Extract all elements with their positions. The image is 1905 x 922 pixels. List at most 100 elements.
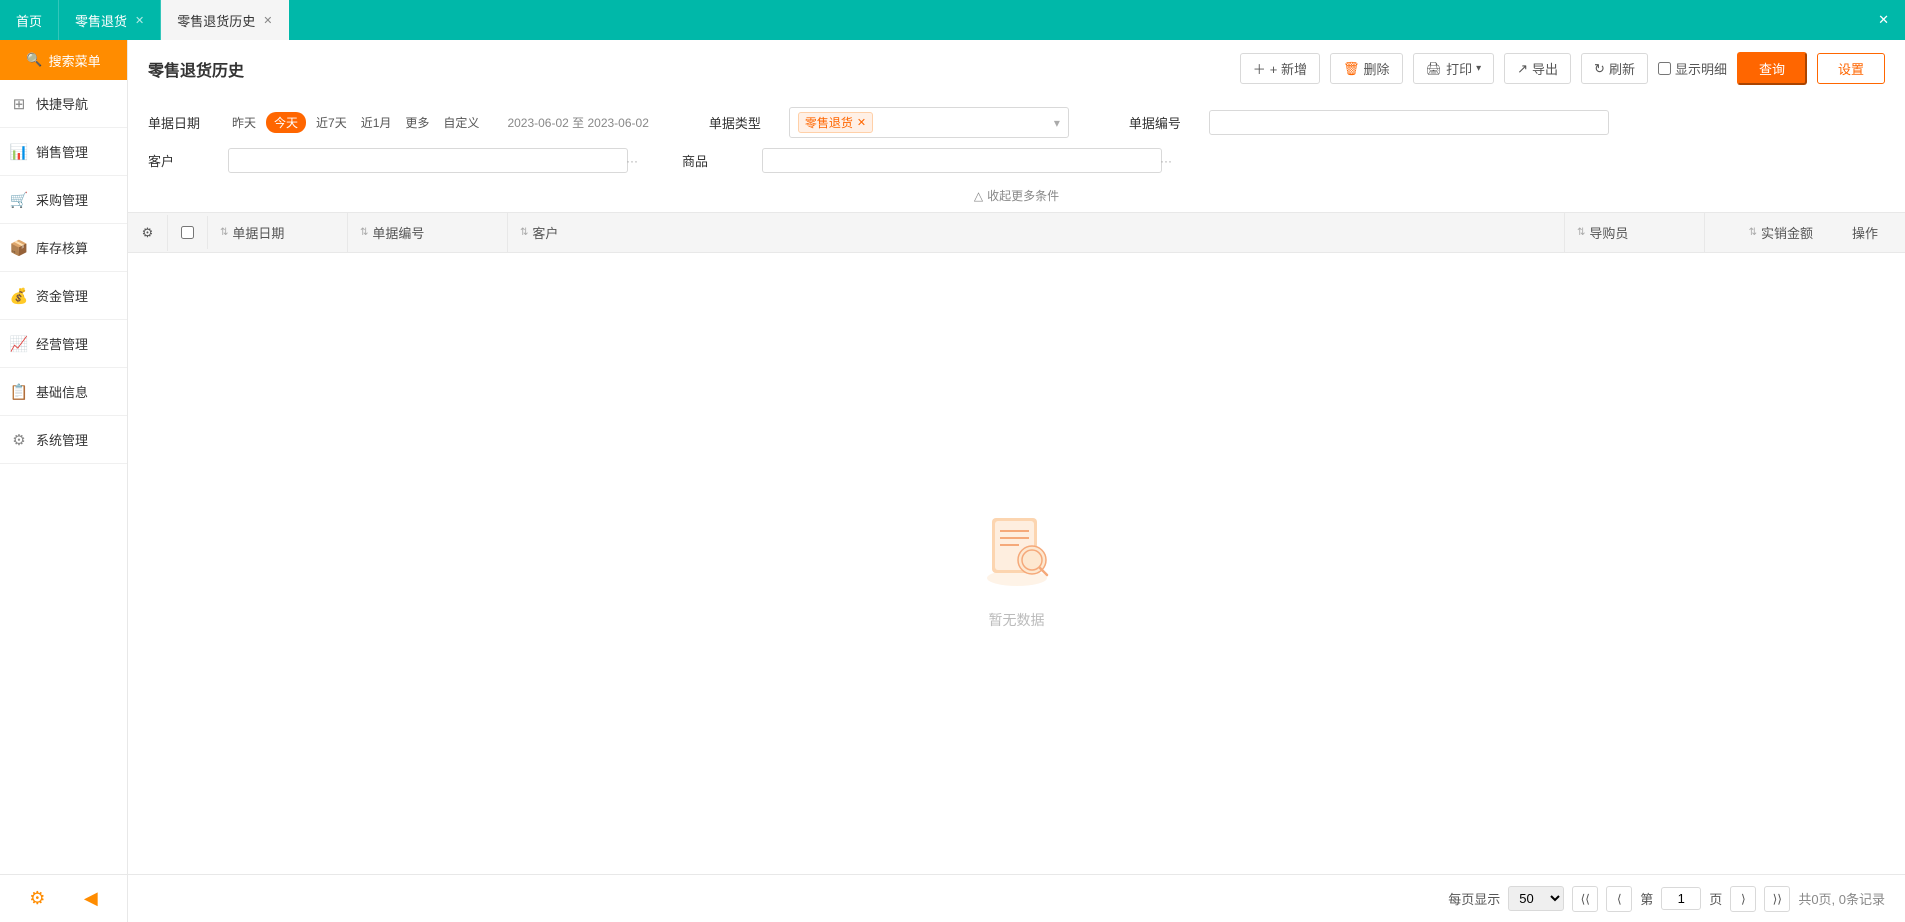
bill-type-tag: 零售退货 ✕ [798, 112, 873, 133]
select-all-checkbox[interactable] [181, 226, 194, 239]
quicknav-icon: ⊞ [10, 95, 28, 113]
th-settings[interactable]: ⚙ [128, 215, 168, 251]
th-customer-sort-icon[interactable]: ⇅ [520, 228, 528, 238]
sidebar-item-system-label: 系统管理 [36, 430, 88, 449]
tab-retail-return-history-close[interactable]: ✕ [263, 14, 272, 27]
last-page-btn[interactable]: ⟩⟩ [1764, 886, 1790, 912]
bill-no-input[interactable] [1209, 110, 1609, 135]
print-button[interactable]: 🖨 打印 ▾ [1413, 53, 1495, 84]
sidebar-settings-btn[interactable]: ⚙ [29, 888, 45, 909]
filter-area: 单据日期 昨天 今天 近7天 近1月 更多 自定义 2023-06-02 至 2… [148, 97, 1885, 212]
tab-home[interactable]: 首页 [0, 0, 59, 40]
date-range-display: 2023-06-02 至 2023-06-02 [507, 114, 648, 131]
goods-input[interactable] [762, 148, 1162, 173]
query-button[interactable]: 查询 [1737, 52, 1807, 85]
top-bar: 首页 零售退货 ✕ 零售退货历史 ✕ ✕ [0, 0, 1905, 40]
collapse-up-icon: △ [974, 189, 983, 203]
empty-text: 暂无数据 [989, 610, 1045, 630]
tab-retail-return[interactable]: 零售退货 ✕ [59, 0, 161, 40]
date-opt-7days[interactable]: 近7天 [312, 112, 351, 133]
sidebar-item-purchase[interactable]: 🛒 采购管理 [0, 176, 127, 224]
refresh-label: 刷新 [1609, 59, 1635, 78]
tab-home-label: 首页 [16, 11, 42, 30]
filter-row-customer: 客户 ··· 商品 ··· [148, 148, 1885, 173]
sidebar-item-basicinfo[interactable]: 📋 基础信息 [0, 368, 127, 416]
refresh-icon: ↻ [1594, 61, 1605, 77]
table-header: ⚙ ⇅ 单据日期 ⇅ 单据编号 ⇅ 客户 ⇅ 导购员 [128, 213, 1905, 253]
th-bill-no: ⇅ 单据编号 [348, 213, 508, 252]
tab-retail-return-history[interactable]: 零售退货历史 ✕ [161, 0, 289, 40]
th-date: ⇅ 单据日期 [208, 213, 348, 252]
page-total: 共0页, 0条记录 [1798, 889, 1885, 908]
sidebar-item-sales[interactable]: 📊 销售管理 [0, 128, 127, 176]
prev-page-btn[interactable]: ⟨ [1606, 886, 1632, 912]
bill-type-dropdown-icon: ▾ [1054, 116, 1060, 130]
display-detail-checkbox-label[interactable]: 显示明细 [1658, 59, 1727, 78]
th-amount-label: 实销金额 [1761, 223, 1813, 242]
sidebar-item-inventory-label: 库存核算 [36, 238, 88, 257]
customer-ellipsis: ··· [626, 154, 638, 168]
sidebar-item-finance[interactable]: 💰 资金管理 [0, 272, 127, 320]
customer-input[interactable] [228, 148, 628, 173]
tab-retail-return-history-label: 零售退货历史 [177, 11, 255, 30]
export-label: 导出 [1532, 59, 1558, 78]
th-checkbox[interactable] [168, 216, 208, 249]
print-label: 打印 [1446, 59, 1472, 78]
collapse-button[interactable]: △ 收起更多条件 [148, 183, 1885, 212]
tab-retail-return-label: 零售退货 [75, 11, 127, 30]
filter-row-date: 单据日期 昨天 今天 近7天 近1月 更多 自定义 2023-06-02 至 2… [148, 107, 1885, 138]
sidebar-bottom: ⚙ ◀ [0, 874, 127, 922]
bill-type-tag-close[interactable]: ✕ [857, 116, 866, 129]
sidebar-sound-btn[interactable]: ◀ [84, 888, 98, 909]
print-dropdown-icon: ▾ [1476, 63, 1481, 74]
per-page-select[interactable]: 10 20 50 100 [1508, 886, 1564, 911]
page-suffix: 页 [1709, 889, 1722, 908]
tab-retail-return-close[interactable]: ✕ [135, 14, 144, 27]
bill-type-label: 单据类型 [709, 113, 769, 132]
top-bar-close[interactable]: ✕ [1878, 12, 1905, 28]
sidebar-search-label: 搜索菜单 [49, 51, 101, 70]
operations-icon: 📈 [10, 335, 28, 353]
current-page-input[interactable] [1661, 887, 1701, 910]
sidebar-search[interactable]: 🔍 搜索菜单 [0, 40, 127, 80]
date-opt-yesterday[interactable]: 昨天 [228, 112, 260, 133]
sidebar-item-finance-label: 资金管理 [36, 286, 88, 305]
th-guide-sort-icon[interactable]: ⇅ [1577, 228, 1585, 238]
date-opt-custom[interactable]: 自定义 [439, 112, 483, 133]
date-opt-more[interactable]: 更多 [401, 112, 433, 133]
sidebar-item-quicknav[interactable]: ⊞ 快捷导航 [0, 80, 127, 128]
th-date-label: 单据日期 [232, 223, 284, 242]
search-icon: 🔍 [26, 52, 42, 68]
sidebar-item-inventory[interactable]: 📦 库存核算 [0, 224, 127, 272]
customer-filter-label: 客户 [148, 151, 208, 170]
bill-type-select[interactable]: 零售退货 ✕ ▾ [789, 107, 1069, 138]
inventory-icon: 📦 [10, 239, 28, 257]
date-opt-1month[interactable]: 近1月 [357, 112, 396, 133]
per-page-label: 每页显示 [1448, 889, 1500, 908]
export-icon: ↗ [1517, 61, 1528, 77]
th-amount-sort-icon[interactable]: ⇅ [1749, 228, 1757, 238]
new-label: + 新增 [1270, 59, 1307, 78]
bill-no-label: 单据编号 [1129, 113, 1189, 132]
export-button[interactable]: ↗ 导出 [1504, 53, 1571, 84]
th-bill-no-sort-icon[interactable]: ⇅ [360, 228, 368, 238]
main-layout: 🔍 搜索菜单 ⊞ 快捷导航 📊 销售管理 🛒 采购管理 📦 库存核算 💰 [0, 40, 1905, 922]
th-guide-label: 导购员 [1589, 223, 1628, 242]
date-filter-label: 单据日期 [148, 113, 208, 132]
th-date-sort-icon[interactable]: ⇅ [220, 228, 228, 238]
page-title-row: 零售退货历史 ＋ + 新增 🗑 删除 🖨 打印 ▾ [148, 52, 1885, 85]
first-page-btn[interactable]: ⟨⟨ [1572, 886, 1598, 912]
refresh-button[interactable]: ↻ 刷新 [1581, 53, 1648, 84]
sidebar-item-purchase-label: 采购管理 [36, 190, 88, 209]
sidebar-item-system[interactable]: ⚙ 系统管理 [0, 416, 127, 464]
sales-icon: 📊 [10, 143, 28, 161]
bill-type-tag-text: 零售退货 [805, 114, 853, 131]
next-page-btn[interactable]: ⟩ [1730, 886, 1756, 912]
new-button[interactable]: ＋ + 新增 [1240, 53, 1320, 84]
delete-button[interactable]: 🗑 删除 [1330, 53, 1403, 84]
sidebar-item-operations[interactable]: 📈 经营管理 [0, 320, 127, 368]
basicinfo-icon: 📋 [10, 383, 28, 401]
settings-button[interactable]: 设置 [1817, 53, 1885, 84]
display-detail-checkbox[interactable] [1658, 62, 1671, 75]
date-opt-today[interactable]: 今天 [266, 112, 306, 133]
